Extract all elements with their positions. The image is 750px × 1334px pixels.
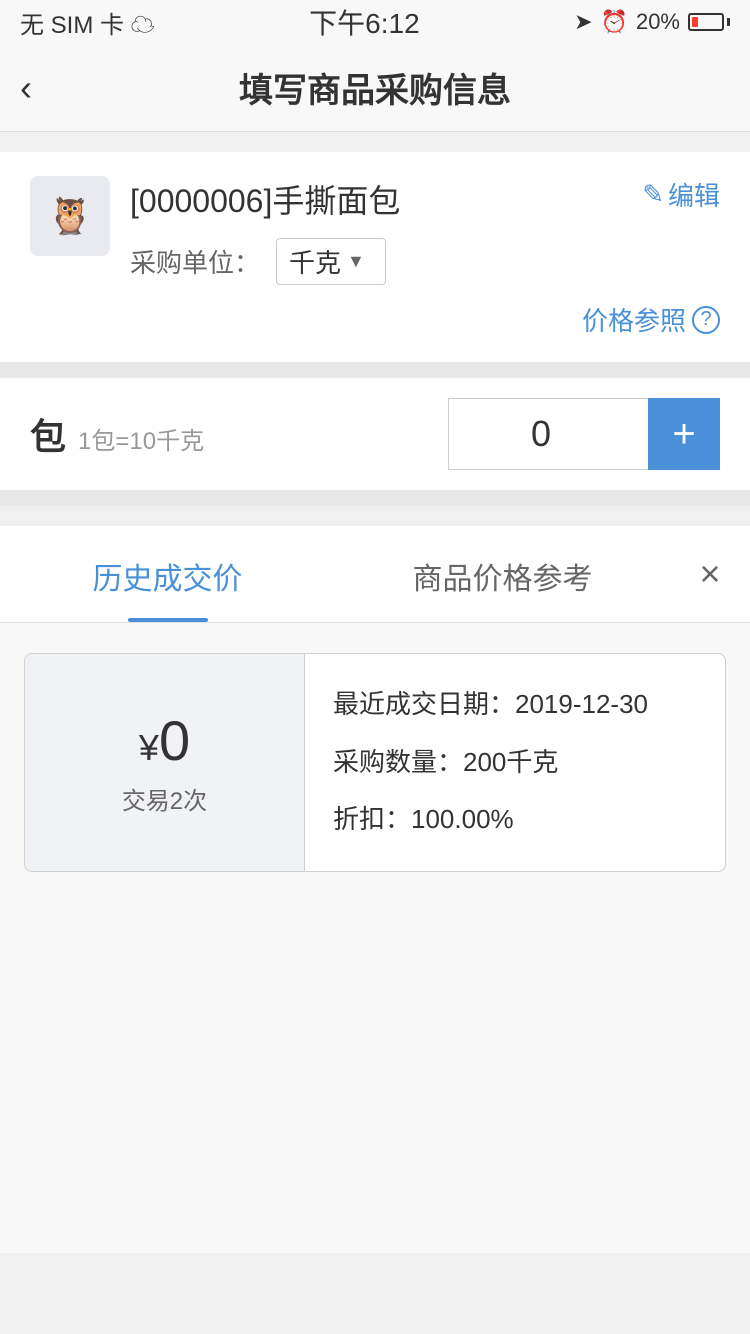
quantity-row: 包 1包=10千克 + — [0, 378, 750, 490]
price-left-panel: ¥0 交易2次 — [25, 654, 305, 871]
location-icon: ➤ — [574, 9, 592, 35]
price-ref-row: 价格参照 ? — [30, 301, 720, 338]
purchase-qty-row: 采购数量：200千克 — [333, 742, 697, 784]
quantity-unit-big: 包 — [30, 408, 66, 460]
dropdown-arrow-icon: ▼ — [347, 251, 365, 272]
edit-label: 编辑 — [668, 176, 720, 213]
quantity-plus-button[interactable]: + — [648, 398, 720, 470]
alarm-icon: ⏰ — [601, 9, 628, 35]
unit-value: 千克 — [289, 243, 341, 280]
battery-percent: 20% — [636, 9, 680, 35]
unit-select[interactable]: 千克 ▼ — [276, 238, 386, 285]
recent-date-value: 2019-12-30 — [515, 689, 648, 719]
recent-date-row: 最近成交日期：2019-12-30 — [333, 684, 697, 726]
trade-count: 交易2次 — [122, 781, 207, 816]
price-value-display: ¥0 — [139, 708, 190, 773]
tab-history-label: 历史成交价 — [93, 563, 243, 596]
price-right-panel: 最近成交日期：2019-12-30 采购数量：200千克 折扣：100.00% — [305, 654, 725, 871]
purchase-qty-label: 采购数量： — [333, 747, 463, 777]
back-button[interactable]: ‹ — [20, 67, 32, 109]
quantity-input-area: + — [448, 398, 720, 470]
discount-value: 100.00% — [411, 804, 514, 834]
tab-product-price-ref[interactable]: 商品价格参考 — [335, 526, 670, 622]
product-icon-symbol: 🦉 — [48, 195, 93, 237]
quantity-unit-description: 1包=10千克 — [78, 421, 204, 456]
status-left: 无 SIM 卡 ☁ — [20, 5, 155, 40]
status-time: 下午6:12 — [309, 2, 420, 42]
tab-active-indicator — [128, 618, 208, 622]
tab-close-button[interactable]: × — [670, 553, 750, 595]
unit-label: 采购单位： — [130, 243, 260, 280]
recent-date-label: 最近成交日期： — [333, 689, 515, 719]
section-divider-2 — [0, 490, 750, 506]
status-right: ➤ ⏰ 20% — [574, 9, 730, 35]
product-card: 🦉 [0000006]手撕面包 采购单位： 千克 ▼ ✎ 编辑 — [0, 152, 750, 362]
tab-content-area: ¥0 交易2次 最近成交日期：2019-12-30 采购数量：200千克 折扣：… — [0, 653, 750, 1253]
product-header: 🦉 [0000006]手撕面包 采购单位： 千克 ▼ ✎ 编辑 — [30, 176, 720, 285]
price-card: ¥0 交易2次 最近成交日期：2019-12-30 采购数量：200千克 折扣：… — [24, 653, 726, 872]
quantity-label: 包 1包=10千克 — [30, 408, 204, 460]
price-number: 0 — [159, 709, 190, 772]
price-ref-label: 价格参照 — [582, 301, 686, 338]
tab-container: 历史成交价 商品价格参考 × ¥0 交易2次 最近成交日期：2019-12-30… — [0, 526, 750, 1253]
status-bar: 无 SIM 卡 ☁ 下午6:12 ➤ ⏰ 20% — [0, 0, 750, 44]
product-info: [0000006]手撕面包 采购单位： 千克 ▼ — [130, 176, 400, 285]
tab-history-price[interactable]: 历史成交价 — [0, 526, 335, 622]
section-divider — [0, 362, 750, 378]
battery-icon — [688, 13, 730, 31]
product-code: [0000006] — [130, 183, 272, 219]
nav-bar: ‹ 填写商品采购信息 — [0, 44, 750, 132]
product-name: [0000006]手撕面包 — [130, 176, 400, 222]
sim-status: 无 SIM 卡 ☁ — [20, 5, 155, 40]
price-reference-button[interactable]: 价格参照 ? — [582, 301, 720, 338]
edit-icon: ✎ — [642, 179, 664, 210]
product-title: 手撕面包 — [272, 183, 400, 219]
quantity-input[interactable] — [448, 398, 648, 470]
tab-bar: 历史成交价 商品价格参考 × — [0, 526, 750, 623]
product-thumbnail: 🦉 — [30, 176, 110, 256]
product-left: 🦉 [0000006]手撕面包 采购单位： 千克 ▼ — [30, 176, 400, 285]
page-title: 填写商品采购信息 — [239, 63, 511, 112]
info-icon: ? — [692, 306, 720, 334]
currency-symbol: ¥ — [139, 727, 159, 768]
discount-label: 折扣： — [333, 804, 411, 834]
purchase-qty-value: 200千克 — [463, 747, 558, 777]
edit-button[interactable]: ✎ 编辑 — [642, 176, 720, 213]
tab-price-ref-label: 商品价格参考 — [413, 563, 593, 596]
discount-row: 折扣：100.00% — [333, 799, 697, 841]
product-unit-row: 采购单位： 千克 ▼ — [130, 238, 400, 285]
